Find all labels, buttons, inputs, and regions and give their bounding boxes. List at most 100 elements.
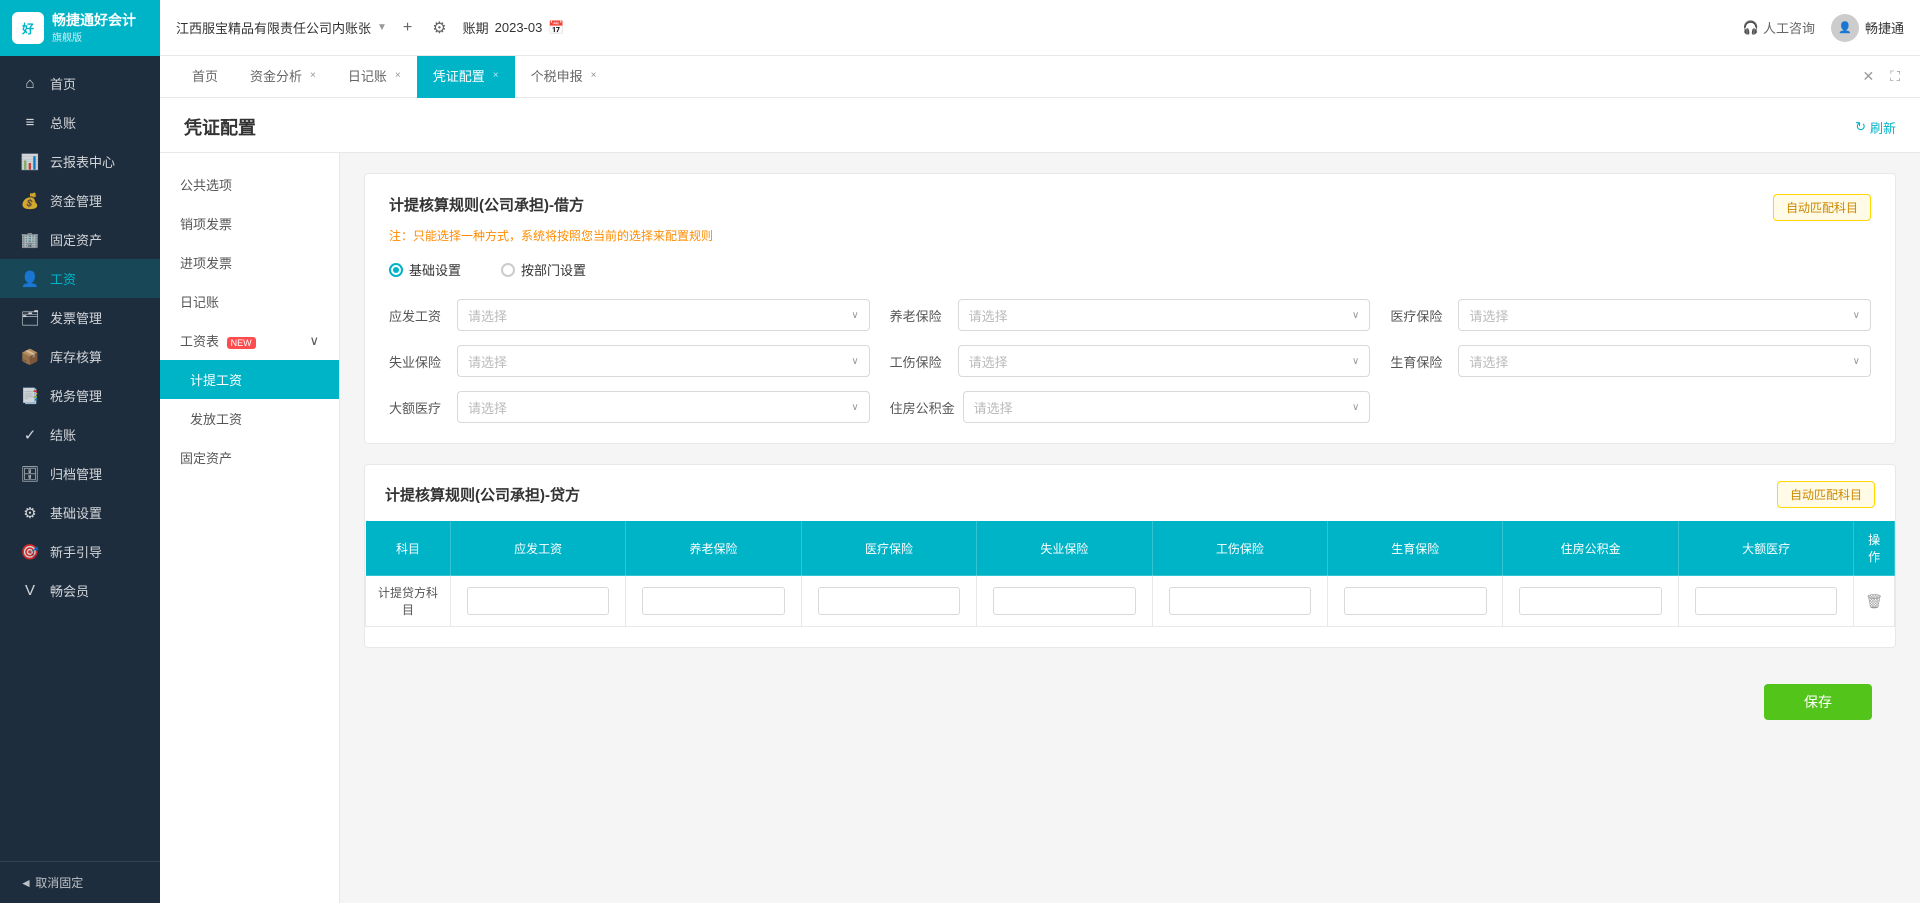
- work-injury-placeholder: 请选择: [969, 352, 1008, 371]
- cell-housing-fund: [1503, 576, 1678, 627]
- sidebar-item-invoice[interactable]: 🗂 发票管理: [0, 298, 160, 337]
- close-window-button[interactable]: ✕: [1858, 64, 1878, 89]
- medical-select[interactable]: 请选择 ∨: [1458, 299, 1871, 331]
- maternity-select[interactable]: 请选择 ∨: [1458, 345, 1871, 377]
- calendar-icon: 📅: [548, 20, 564, 36]
- settings-icon: ⚙: [20, 504, 40, 522]
- housing-fund-select[interactable]: 请选择 ∨: [963, 391, 1371, 423]
- tab-home[interactable]: 首页: [176, 56, 234, 98]
- left-nav-salary-table[interactable]: 工资表 NEW ∨: [160, 321, 339, 360]
- input-pension[interactable]: [642, 587, 785, 615]
- input-unemployment[interactable]: [993, 587, 1136, 615]
- save-button[interactable]: 保存: [1764, 684, 1872, 720]
- form-item-maternity: 生育保险 请选择 ∨: [1390, 345, 1871, 377]
- topbar-right: 🎧 人工咨询 👤 畅捷通: [1743, 14, 1904, 42]
- th-pension: 养老保险: [626, 521, 801, 576]
- gross-salary-select[interactable]: 请选择 ∨: [457, 299, 870, 331]
- guide-icon: 🎯: [20, 543, 40, 561]
- tab-funds-close[interactable]: ×: [310, 70, 316, 81]
- credit-table: 科目 应发工资 养老保险 医疗保险 失业保险 工伤保险 生育保险 住房公积金 大…: [365, 520, 1895, 627]
- input-maternity[interactable]: [1344, 587, 1487, 615]
- company-selector[interactable]: 江西服宝精品有限责任公司内账张 ▼: [176, 18, 387, 37]
- sidebar-item-closing[interactable]: ✓ 结账: [0, 415, 160, 454]
- topbar-settings-button[interactable]: ⚙: [428, 14, 450, 42]
- logo-icon: 好: [12, 12, 44, 44]
- topbar-settings-icon: ⚙: [432, 20, 446, 37]
- tabbar: 首页 资金分析 × 日记账 × 凭证配置 × 个税申报 × ✕ ⛶: [160, 56, 1920, 98]
- sidebar-item-member[interactable]: V 畅会员: [0, 571, 160, 610]
- sidebar-item-archive[interactable]: 🗄 归档管理: [0, 454, 160, 493]
- sidebar-item-funds[interactable]: 💰 资金管理: [0, 181, 160, 220]
- tab-journal[interactable]: 日记账 ×: [332, 56, 417, 98]
- unemployment-label: 失业保险: [389, 352, 449, 371]
- debit-section-title: 计提核算规则(公司承担)-借方: [389, 194, 713, 215]
- sidebar-label-inventory: 库存核算: [50, 347, 102, 366]
- unemployment-select[interactable]: 请选择 ∨: [457, 345, 870, 377]
- tab-voucher-label: 凭证配置: [433, 66, 485, 85]
- consult-button[interactable]: 🎧 人工咨询: [1743, 18, 1815, 37]
- input-gross-salary[interactable]: [467, 587, 610, 615]
- input-medical[interactable]: [818, 587, 961, 615]
- sidebar-item-salary[interactable]: 👤 工资: [0, 259, 160, 298]
- left-nav-calc-salary[interactable]: 计提工资: [160, 360, 339, 399]
- medical-arrow: ∨: [1853, 310, 1860, 321]
- form-item-housing-fund: 住房公积金 请选择 ∨: [890, 391, 1371, 423]
- tab-tax-close[interactable]: ×: [591, 70, 597, 81]
- tab-actions: ✕ ⛶: [1858, 64, 1904, 89]
- sidebar-unpin[interactable]: ◄ 取消固定: [0, 861, 160, 903]
- left-nav-journal[interactable]: 日记账: [160, 282, 339, 321]
- sidebar-label-invoice: 发票管理: [50, 308, 102, 327]
- input-housing-fund[interactable]: [1519, 587, 1662, 615]
- left-nav-public[interactable]: 公共选项: [160, 165, 339, 204]
- tab-funds[interactable]: 资金分析 ×: [234, 56, 332, 98]
- pension-select[interactable]: 请选择 ∨: [958, 299, 1371, 331]
- member-icon: V: [20, 582, 40, 599]
- expand-icon: ∨: [309, 333, 319, 349]
- radio-dept[interactable]: 按部门设置: [501, 260, 586, 279]
- tab-voucher-close[interactable]: ×: [493, 70, 499, 81]
- form-item-pension: 养老保险 请选择 ∨: [890, 299, 1371, 331]
- tab-journal-close[interactable]: ×: [395, 70, 401, 81]
- ledger-icon: ≡: [20, 114, 40, 131]
- expand-button[interactable]: ⛶: [1886, 64, 1904, 89]
- add-icon: +: [403, 19, 412, 36]
- invoice-icon: 🗂: [20, 309, 40, 327]
- sidebar-nav: ⌂ 首页 ≡ 总账 📊 云报表中心 💰 资金管理 🏢 固定资产 👤 工资 🗂 发…: [0, 56, 160, 861]
- sidebar-item-inventory[interactable]: 📦 库存核算: [0, 337, 160, 376]
- sidebar-label-salary: 工资: [50, 269, 76, 288]
- left-nav-fixed-assets[interactable]: 固定资产: [160, 438, 339, 477]
- user-menu[interactable]: 👤 畅捷通: [1831, 14, 1904, 42]
- add-button[interactable]: +: [399, 15, 416, 41]
- refresh-button[interactable]: ↻ 刷新: [1855, 118, 1896, 137]
- cell-action: 🗑: [1854, 576, 1895, 627]
- major-medical-select[interactable]: 请选择 ∨: [457, 391, 870, 423]
- sidebar-item-reports[interactable]: 📊 云报表中心: [0, 142, 160, 181]
- sidebar-item-tax[interactable]: 📑 税务管理: [0, 376, 160, 415]
- topbar: 江西服宝精品有限责任公司内账张 ▼ + ⚙ 账期 2023-03 📅 🎧 人工咨…: [160, 0, 1920, 56]
- input-major-medical[interactable]: [1695, 587, 1838, 615]
- left-nav-purchase[interactable]: 进项发票: [160, 243, 339, 282]
- row-label: 计提贷方科目: [366, 576, 451, 627]
- debit-auto-match-button[interactable]: 自动匹配科目: [1773, 194, 1871, 221]
- work-injury-select[interactable]: 请选择 ∨: [958, 345, 1371, 377]
- tab-voucher[interactable]: 凭证配置 ×: [417, 56, 515, 98]
- period-label: 账期: [463, 18, 489, 37]
- headset-icon: 🎧: [1743, 20, 1759, 36]
- th-housing-fund: 住房公积金: [1503, 521, 1678, 576]
- left-nav-sales[interactable]: 销项发票: [160, 204, 339, 243]
- debit-form: 应发工资 请选择 ∨ 养老保险 请选择 ∨: [389, 299, 1871, 423]
- tab-tax[interactable]: 个税申报 ×: [515, 56, 613, 98]
- radio-basic[interactable]: 基础设置: [389, 260, 461, 279]
- credit-auto-match-button[interactable]: 自动匹配科目: [1777, 481, 1875, 508]
- input-work-injury[interactable]: [1169, 587, 1312, 615]
- sidebar-item-settings[interactable]: ⚙ 基础设置: [0, 493, 160, 532]
- form-row-2: 失业保险 请选择 ∨ 工伤保险 请选择 ∨: [389, 345, 1871, 377]
- sidebar-item-home[interactable]: ⌂ 首页: [0, 64, 160, 103]
- sidebar-item-assets[interactable]: 🏢 固定资产: [0, 220, 160, 259]
- sidebar-item-guide[interactable]: 🎯 新手引导: [0, 532, 160, 571]
- topbar-period: 账期 2023-03 📅: [463, 18, 565, 37]
- delete-row-button[interactable]: 🗑: [1865, 593, 1883, 609]
- salary-table-label: 工资表 NEW: [180, 331, 256, 350]
- left-nav-pay-salary[interactable]: 发放工资: [160, 399, 339, 438]
- sidebar-item-ledger[interactable]: ≡ 总账: [0, 103, 160, 142]
